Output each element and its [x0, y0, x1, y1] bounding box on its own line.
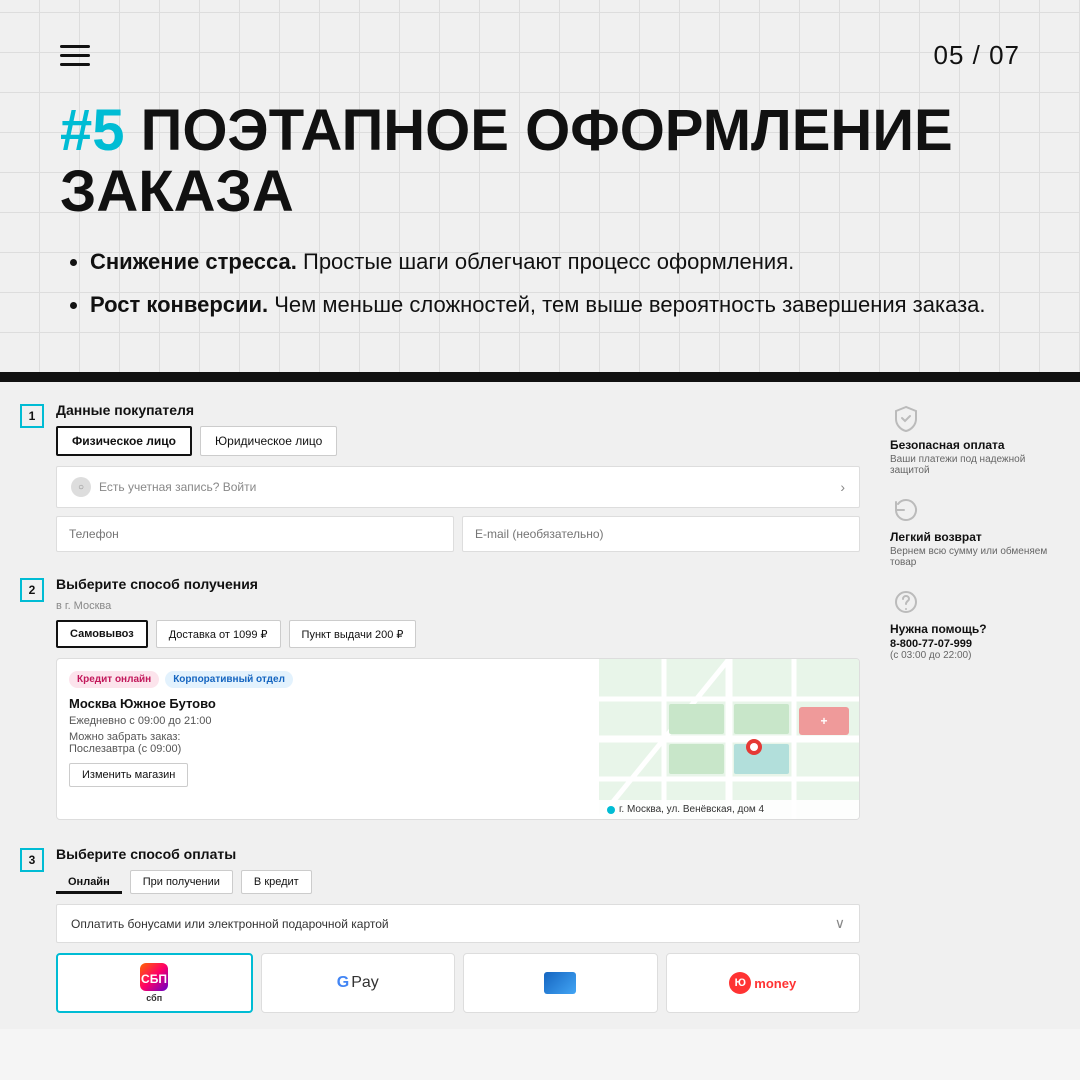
- main-title: #5 ПОЭТАПНОЕ ОФОРМЛЕНИЕ ЗАКАЗА: [60, 101, 1020, 223]
- tab-credit[interactable]: В кредит: [241, 870, 312, 894]
- email-input[interactable]: [462, 516, 860, 552]
- bonus-label: Оплатить бонусами или электронной подаро…: [71, 917, 389, 931]
- contact-inputs: [56, 516, 860, 552]
- store-info: Кредит онлайн Корпоративный отдел Москва…: [57, 659, 599, 819]
- bank-card-icon: [544, 972, 576, 994]
- payment-methods: СБП сбп G Pay: [56, 953, 860, 1013]
- step-2-content: Выберите способ получения в г. Москва Са…: [56, 576, 860, 830]
- step-2-title: Выберите способ получения: [56, 576, 860, 592]
- chevron-right-icon: ›: [840, 479, 845, 495]
- tab-individual[interactable]: Физическое лицо: [56, 426, 192, 456]
- shield-icon: [890, 402, 922, 434]
- map-address: г. Москва, ул. Венёвская, дом 4: [599, 800, 859, 819]
- bullet-item-1: Снижение стресса. Простые шаги облегчают…: [90, 247, 1020, 278]
- sbp-label: сбп: [146, 993, 162, 1003]
- bonus-row[interactable]: Оплатить бонусами или электронной подаро…: [56, 904, 860, 943]
- buyer-type-tabs: Физическое лицо Юридическое лицо: [56, 426, 860, 456]
- secure-payment-text: Ваши платежи под надежной защитой: [890, 454, 1060, 476]
- tab-on-delivery[interactable]: При получении: [130, 870, 233, 894]
- refresh-icon: [890, 494, 922, 526]
- payment-sbp[interactable]: СБП сбп: [56, 953, 253, 1013]
- login-placeholder: Есть учетная запись? Войти: [99, 480, 256, 494]
- phone-input[interactable]: [56, 516, 454, 552]
- gpay-pay-text: Pay: [351, 974, 379, 992]
- gpay-logo: G Pay: [337, 974, 379, 992]
- easy-return-title: Легкий возврат: [890, 530, 1060, 544]
- bullets-list: Снижение стресса. Простые шаги облегчают…: [60, 247, 1020, 321]
- map-visual: + г. Москва, ул. Венёвская, дом 4: [599, 659, 859, 819]
- help-phone: 8-800-77-07-999: [890, 638, 1060, 650]
- help-hours: (с 03:00 до 22:00): [890, 650, 1060, 661]
- form-area: 1 Данные покупателя Физическое лицо Юрид…: [0, 382, 880, 1029]
- title-text: ПОЭТАПНОЕ ОФОРМЛЕНИЕ ЗАКАЗА: [60, 98, 953, 224]
- step-3-content: Выберите способ оплаты Онлайн При получе…: [56, 846, 860, 1013]
- login-row[interactable]: ○ Есть учетная запись? Войти ›: [56, 466, 860, 508]
- step-1-content: Данные покупателя Физическое лицо Юридич…: [56, 402, 860, 560]
- store-hours: Ежедневно с 09:00 до 21:00: [69, 715, 587, 727]
- secure-payment-title: Безопасная оплата: [890, 438, 1060, 452]
- bonus-chevron-icon: ∨: [835, 915, 845, 932]
- user-avatar-icon: ○: [71, 477, 91, 497]
- tab-pickup-point[interactable]: Пункт выдачи 200 ₽: [289, 620, 417, 648]
- tab-self-pickup[interactable]: Самовывоз: [56, 620, 148, 648]
- tab-legal[interactable]: Юридическое лицо: [200, 426, 337, 456]
- step-2-block: 2 Выберите способ получения в г. Москва …: [20, 576, 860, 830]
- delivery-tabs: Самовывоз Доставка от 1099 ₽ Пункт выдач…: [56, 620, 860, 648]
- bottom-section: 1 Данные покупателя Физическое лицо Юрид…: [0, 382, 1080, 1029]
- help-icon: [890, 586, 922, 618]
- yoo-money-text: money: [754, 976, 796, 991]
- map-dot-icon: [607, 806, 615, 814]
- sidebar-secure-payment: Безопасная оплата Ваши платежи под надеж…: [890, 402, 1060, 476]
- svg-text:+: +: [820, 714, 827, 728]
- change-store-button[interactable]: Изменить магазин: [69, 763, 188, 787]
- step-1-number: 1: [20, 404, 44, 428]
- title-block: #5 ПОЭТАПНОЕ ОФОРМЛЕНИЕ ЗАКАЗА: [60, 101, 1020, 223]
- bullet-bold-2: Рост конверсии.: [90, 292, 268, 317]
- step-3-title: Выберите способ оплаты: [56, 846, 860, 862]
- step-1-title: Данные покупателя: [56, 402, 860, 418]
- divider: [0, 372, 1080, 382]
- top-section: 05 / 07 #5 ПОЭТАПНОЕ ОФОРМЛЕНИЕ ЗАКАЗА С…: [0, 0, 1080, 372]
- badge-credit: Кредит онлайн: [69, 671, 159, 688]
- bullet-bold-1: Снижение стресса.: [90, 249, 297, 274]
- bullet-text-1: Простые шаги облегчают процесс оформлени…: [297, 249, 794, 274]
- page-counter: 05 / 07: [933, 40, 1020, 71]
- gpay-g-letter: G: [337, 974, 349, 992]
- step-3-number: 3: [20, 848, 44, 872]
- payment-method-tabs: Онлайн При получении В кредит: [56, 870, 860, 894]
- svg-text:СБП: СБП: [141, 972, 167, 986]
- yoomoney-logo: Ю money: [729, 972, 796, 994]
- step-1-block: 1 Данные покупателя Физическое лицо Юрид…: [20, 402, 860, 560]
- easy-return-text: Вернем всю сумму или обменяем товар: [890, 546, 1060, 568]
- hamburger-menu[interactable]: [60, 45, 90, 66]
- payment-yoomoney[interactable]: Ю money: [666, 953, 861, 1013]
- badge-corporate: Корпоративный отдел: [165, 671, 293, 688]
- yoo-circle-icon: Ю: [729, 972, 751, 994]
- pickup-info: Можно забрать заказ: Послезавтра (с 09:0…: [69, 731, 587, 755]
- bullet-item-2: Рост конверсии. Чем меньше сложностей, т…: [90, 290, 1020, 321]
- bullet-text-2: Чем меньше сложностей, тем выше вероятно…: [268, 292, 985, 317]
- sidebar: Безопасная оплата Ваши платежи под надеж…: [880, 382, 1080, 1029]
- step-3-block: 3 Выберите способ оплаты Онлайн При полу…: [20, 846, 860, 1013]
- header-row: 05 / 07: [60, 40, 1020, 71]
- tab-online[interactable]: Онлайн: [56, 870, 122, 894]
- store-name: Москва Южное Бутово: [69, 696, 587, 711]
- title-number: #5: [60, 98, 125, 163]
- location-text: в г. Москва: [56, 600, 860, 612]
- badge-row: Кредит онлайн Корпоративный отдел: [69, 671, 587, 688]
- payment-card[interactable]: [463, 953, 658, 1013]
- login-row-left: ○ Есть учетная запись? Войти: [71, 477, 256, 497]
- payment-gpay[interactable]: G Pay: [261, 953, 456, 1013]
- store-card: Кредит онлайн Корпоративный отдел Москва…: [56, 658, 860, 820]
- sidebar-help: Нужна помощь? 8-800-77-07-999 (с 03:00 д…: [890, 586, 1060, 661]
- help-title: Нужна помощь?: [890, 622, 1060, 636]
- step-2-number: 2: [20, 578, 44, 602]
- sidebar-easy-return: Легкий возврат Вернем всю сумму или обме…: [890, 494, 1060, 568]
- tab-delivery[interactable]: Доставка от 1099 ₽: [156, 620, 281, 648]
